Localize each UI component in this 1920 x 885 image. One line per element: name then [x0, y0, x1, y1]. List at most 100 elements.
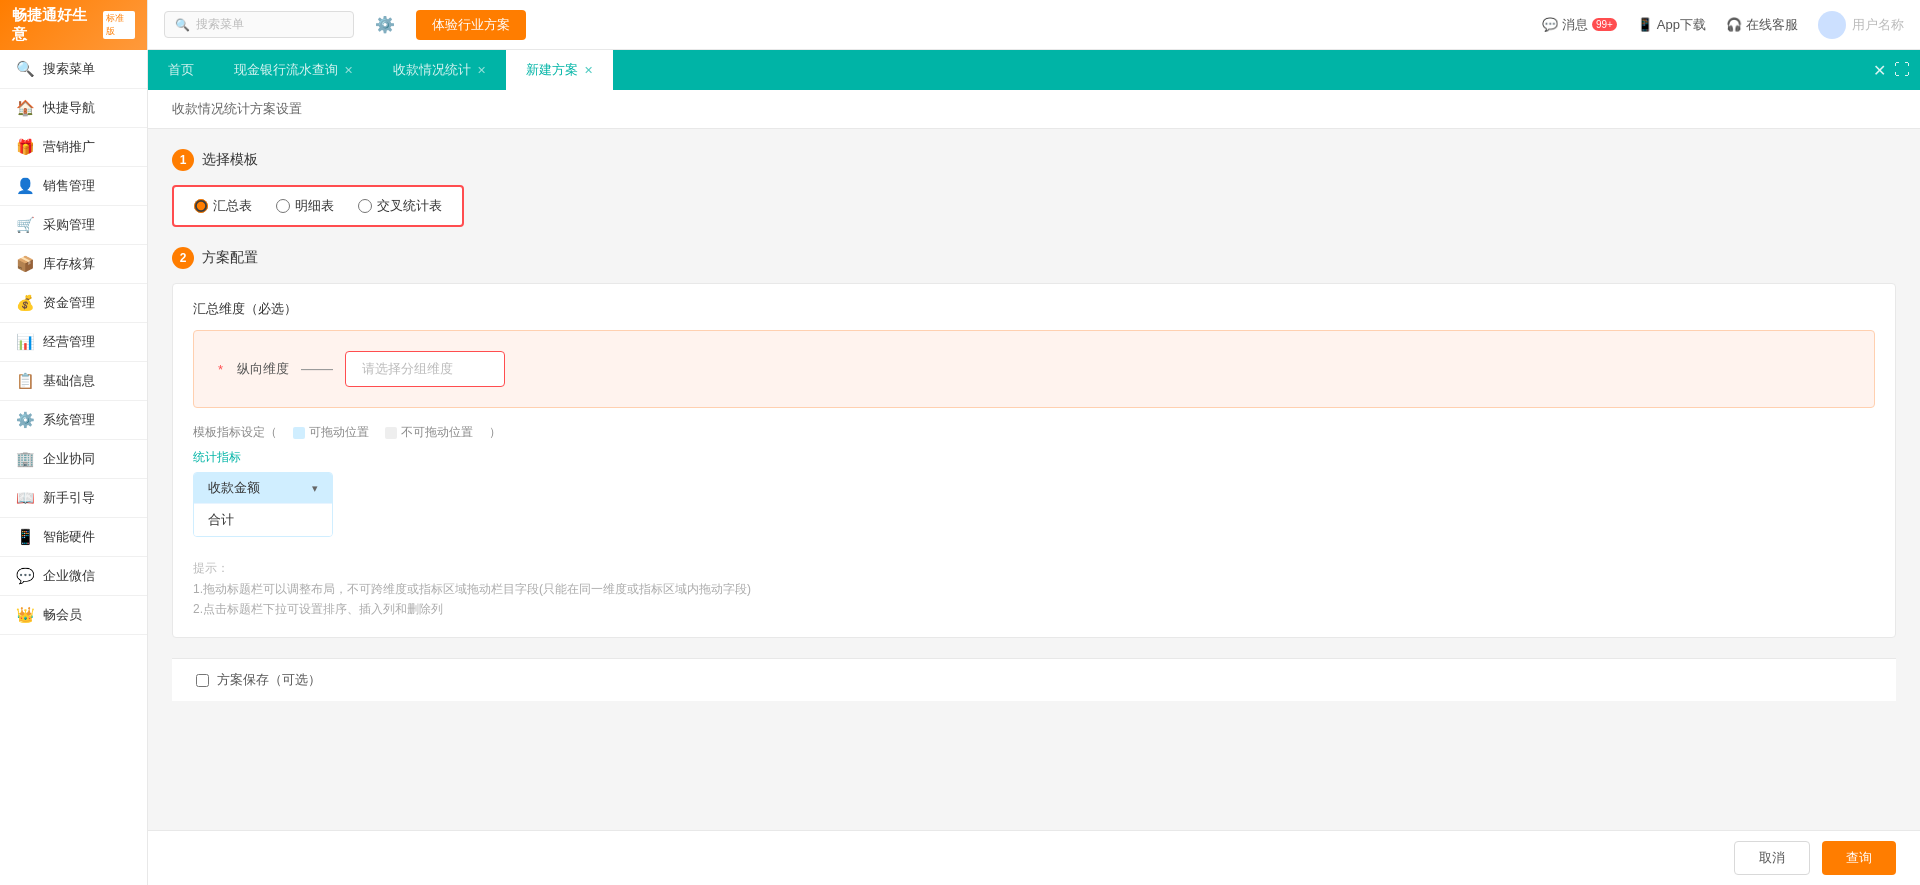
breadcrumb: 收款情况统计方案设置: [148, 90, 1920, 129]
sidebar-item-hardware[interactable]: 📱 智能硬件: [0, 518, 147, 557]
sidebar-item-search[interactable]: 🔍 搜索菜单: [0, 50, 147, 89]
user-name: 用户名称: [1852, 16, 1904, 34]
sidebar-item-member[interactable]: 👑 畅会员: [0, 596, 147, 635]
box-icon: 📦: [16, 255, 35, 273]
sidebar-item-label: 企业协同: [43, 450, 95, 468]
sidebar-item-label: 快捷导航: [43, 99, 95, 117]
step1-num: 1: [172, 149, 194, 171]
query-button[interactable]: 查询: [1822, 841, 1896, 875]
settings-button[interactable]: ⚙️: [370, 10, 400, 40]
movable-dot: [293, 427, 305, 439]
radio-detail-label: 明细表: [295, 197, 334, 215]
gift-icon: 🎁: [16, 138, 35, 156]
tab-bank-close[interactable]: ✕: [344, 64, 353, 77]
content-area: 收款情况统计方案设置 1 选择模板 汇总表 明细表: [148, 90, 1920, 830]
dimension-title: 汇总维度（必选）: [193, 300, 1875, 318]
sidebar-item-label: 畅会员: [43, 606, 82, 624]
trial-button[interactable]: 体验行业方案: [416, 10, 526, 40]
sidebar-item-inventory[interactable]: 📦 库存核算: [0, 245, 147, 284]
tab-receipt-close[interactable]: ✕: [477, 64, 486, 77]
sidebar-item-marketing[interactable]: 🎁 营销推广: [0, 128, 147, 167]
sidebar-item-sales[interactable]: 👤 销售管理: [0, 167, 147, 206]
save-checkbox[interactable]: [196, 674, 209, 687]
step2-section: 2 方案配置 汇总维度（必选） * 纵向维度 —— 请选: [172, 247, 1896, 638]
step2-title: 方案配置: [202, 249, 258, 267]
tab-new-plan-label: 新建方案: [526, 61, 578, 79]
sidebar-item-label: 新手引导: [43, 489, 95, 507]
sidebar-item-nav[interactable]: 🏠 快捷导航: [0, 89, 147, 128]
tab-bank[interactable]: 现金银行流水查询 ✕: [214, 50, 373, 90]
dimension-title-text: 汇总维度（必选）: [193, 301, 297, 316]
unmovable-hint: 不可拖动位置: [385, 424, 473, 441]
radio-summary[interactable]: [194, 199, 208, 213]
maximize-icon[interactable]: ⛶: [1894, 61, 1910, 79]
message-badge: 99+: [1592, 18, 1617, 31]
bottom-bar: 取消 查询: [148, 830, 1920, 885]
message-label: 消息: [1562, 16, 1588, 34]
tip1: 1.拖动标题栏可以调整布局，不可跨维度或指标区域拖动栏目字段(只能在同一维度或指…: [193, 581, 1875, 598]
chat-icon: 💬: [16, 567, 35, 585]
save-section: 方案保存（可选）: [172, 658, 1896, 701]
metrics-header-text: 收款金额: [208, 479, 260, 497]
template-summary[interactable]: 汇总表: [194, 197, 252, 215]
sidebar-item-label: 基础信息: [43, 372, 95, 390]
avatar: [1818, 11, 1846, 39]
tab-new-plan-close[interactable]: ✕: [584, 64, 593, 77]
dimension-area: * 纵向维度 —— 请选择分组维度: [193, 330, 1875, 408]
tab-receipt[interactable]: 收款情况统计 ✕: [373, 50, 506, 90]
tab-bank-label: 现金银行流水查询: [234, 61, 338, 79]
sidebar-item-system[interactable]: ⚙️ 系统管理: [0, 401, 147, 440]
cancel-button[interactable]: 取消: [1734, 841, 1810, 875]
step1-title: 选择模板: [202, 151, 258, 169]
template-cross[interactable]: 交叉统计表: [358, 197, 442, 215]
tab-home[interactable]: 首页: [148, 50, 214, 90]
template-detail[interactable]: 明细表: [276, 197, 334, 215]
search-icon: 🔍: [16, 60, 35, 78]
radio-cross[interactable]: [358, 199, 372, 213]
message-icon: 💬: [1542, 17, 1558, 32]
topbar: 🔍 搜索菜单 ⚙️ 体验行业方案 💬 消息 99+ 📱 App下载 🎧 在线客服…: [148, 0, 1920, 50]
dimension-arrow: ——: [301, 360, 333, 378]
metrics-row-text: 合计: [208, 512, 234, 527]
unmovable-label: 不可拖动位置: [401, 424, 473, 441]
radio-cross-label: 交叉统计表: [377, 197, 442, 215]
dimension-select[interactable]: 请选择分组维度: [345, 351, 505, 387]
sidebar-item-finance[interactable]: 💰 资金管理: [0, 284, 147, 323]
service-icon: 🎧: [1726, 17, 1742, 32]
config-section: 汇总维度（必选） * 纵向维度 —— 请选择分组维度: [172, 283, 1896, 638]
sidebar-item-base[interactable]: 📋 基础信息: [0, 362, 147, 401]
search-box[interactable]: 🔍 搜索菜单: [164, 11, 354, 38]
user-info[interactable]: 用户名称: [1818, 11, 1904, 39]
sidebar-logo: 畅捷通好生意 标准版: [0, 0, 147, 50]
message-button[interactable]: 💬 消息 99+: [1542, 16, 1617, 34]
sidebar: 畅捷通好生意 标准版 🔍 搜索菜单 🏠 快捷导航 🎁 营销推广 👤 销售管理 🛒…: [0, 0, 148, 885]
sidebar-item-enterprise[interactable]: 🏢 企业协同: [0, 440, 147, 479]
sidebar-item-operation[interactable]: 📊 经营管理: [0, 323, 147, 362]
save-label: 方案保存（可选）: [217, 671, 321, 689]
sidebar-item-wechat[interactable]: 💬 企业微信: [0, 557, 147, 596]
app-name: 畅捷通好生意: [12, 6, 99, 44]
service-button[interactable]: 🎧 在线客服: [1726, 16, 1798, 34]
mobile-icon: 📱: [16, 528, 35, 546]
tips-section: 提示： 1.拖动标题栏可以调整布局，不可跨维度或指标区域拖动栏目字段(只能在同一…: [193, 560, 1875, 618]
radio-detail[interactable]: [276, 199, 290, 213]
sidebar-item-guide[interactable]: 📖 新手引导: [0, 479, 147, 518]
crown-icon: 👑: [16, 606, 35, 624]
building-icon: 🏢: [16, 450, 35, 468]
service-label: 在线客服: [1746, 16, 1798, 34]
sidebar-item-purchase[interactable]: 🛒 采购管理: [0, 206, 147, 245]
sidebar-item-label: 搜索菜单: [43, 60, 95, 78]
metrics-table-header[interactable]: 收款金额 ▾: [194, 473, 332, 503]
movable-label: 可拖动位置: [309, 424, 369, 441]
metrics-table-row: 合计: [194, 503, 332, 536]
chart-icon: 📊: [16, 333, 35, 351]
close-window-icon[interactable]: ✕: [1873, 61, 1886, 80]
tab-new-plan[interactable]: 新建方案 ✕: [506, 50, 613, 90]
app-edition: 标准版: [103, 11, 135, 39]
step1-section: 1 选择模板 汇总表 明细表 交叉统计表: [172, 149, 1896, 227]
home-icon: 🏠: [16, 99, 35, 117]
required-mark: *: [218, 362, 223, 377]
download-button[interactable]: 📱 App下载: [1637, 16, 1706, 34]
tip2: 2.点击标题栏下拉可设置排序、插入列和删除列: [193, 601, 1875, 618]
sidebar-item-label: 经营管理: [43, 333, 95, 351]
